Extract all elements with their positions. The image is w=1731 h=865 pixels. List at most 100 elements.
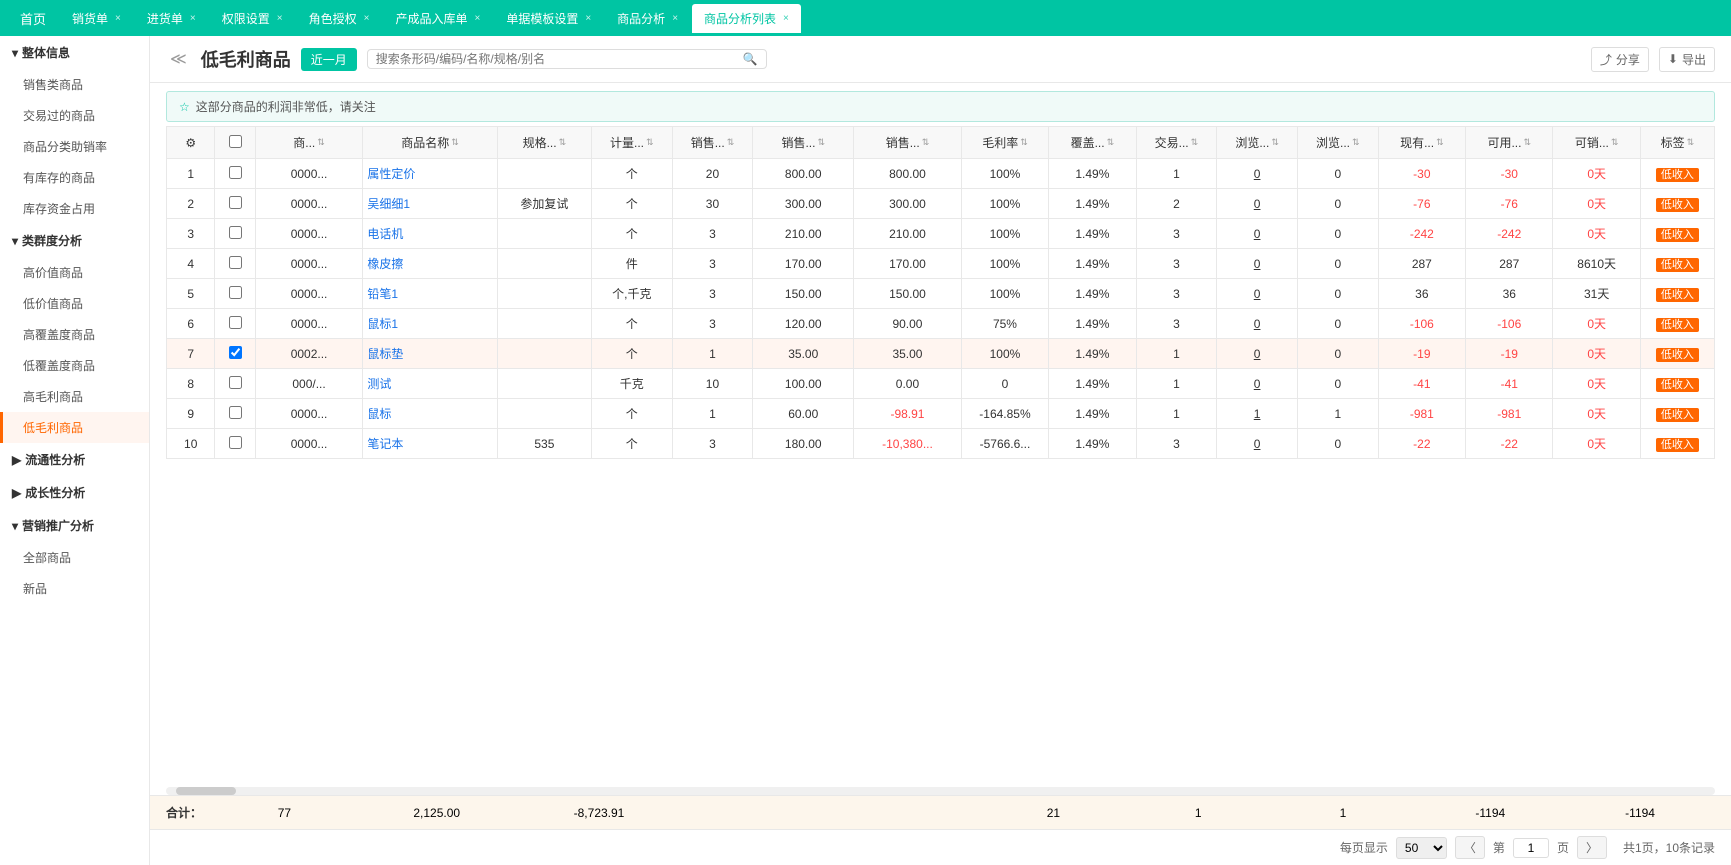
search-input[interactable] <box>376 52 743 66</box>
search-icon[interactable]: 🔍 <box>743 52 758 66</box>
nav-close-product-analysis-list[interactable]: × <box>783 13 789 24</box>
views1-link-4[interactable]: 0 <box>1254 287 1261 301</box>
nav-close-sales-order[interactable]: × <box>115 13 121 24</box>
row-name-2[interactable]: 电话机 <box>363 219 497 249</box>
row-name-7[interactable]: 测试 <box>363 369 497 399</box>
col-gross-margin[interactable]: 毛利率⇅ <box>961 127 1048 159</box>
sidebar-item-high-value[interactable]: 高价值商品 <box>0 257 149 288</box>
sidebar-group-flow[interactable]: ▶ 流通性分析 <box>0 443 149 476</box>
next-page-button[interactable]: 〉 <box>1577 836 1607 859</box>
horizontal-scrollbar[interactable] <box>166 787 1715 795</box>
row-name-8[interactable]: 鼠标 <box>363 399 497 429</box>
sidebar-item-high-margin[interactable]: 高毛利商品 <box>0 381 149 412</box>
row-views1-8[interactable]: 1 <box>1217 399 1298 429</box>
nav-role-auth[interactable]: 角色授权 × <box>297 4 382 33</box>
share-button[interactable]: ⤴ 分享 <box>1591 47 1649 72</box>
row-views1-4[interactable]: 0 <box>1217 279 1298 309</box>
sidebar-item-high-coverage[interactable]: 高覆盖度商品 <box>0 319 149 350</box>
col-sales-qty[interactable]: 销售...⇅ <box>672 127 753 159</box>
col-sellable[interactable]: 可销...⇅ <box>1553 127 1640 159</box>
nav-close-purchase-order[interactable]: × <box>190 13 196 24</box>
nav-purchase-order[interactable]: 进货单 × <box>135 4 208 33</box>
nav-permissions[interactable]: 权限设置 × <box>210 4 295 33</box>
col-coverage[interactable]: 覆盖...⇅ <box>1049 127 1136 159</box>
row-check-6[interactable] <box>229 346 242 359</box>
nav-close-permissions[interactable]: × <box>277 13 283 24</box>
nav-close-template-settings[interactable]: × <box>585 13 591 24</box>
nav-close-product-entry[interactable]: × <box>474 13 480 24</box>
views1-link-3[interactable]: 0 <box>1254 257 1261 271</box>
row-name-6[interactable]: 鼠标垫 <box>363 339 497 369</box>
row-views1-5[interactable]: 0 <box>1217 309 1298 339</box>
views1-link-7[interactable]: 0 <box>1254 377 1261 391</box>
nav-close-role-auth[interactable]: × <box>364 13 370 24</box>
row-check-9[interactable] <box>229 436 242 449</box>
col-name[interactable]: 商品名称⇅ <box>363 127 497 159</box>
sidebar-group-growth[interactable]: ▶ 成长性分析 <box>0 476 149 509</box>
row-checkbox-7[interactable] <box>215 369 255 399</box>
nav-home[interactable]: 首页 <box>8 3 58 34</box>
select-all-checkbox[interactable] <box>229 135 242 148</box>
views1-link-1[interactable]: 0 <box>1254 197 1261 211</box>
nav-close-product-analysis[interactable]: × <box>672 13 678 24</box>
views1-link-9[interactable]: 0 <box>1254 437 1261 451</box>
row-check-8[interactable] <box>229 406 242 419</box>
views1-link-5[interactable]: 0 <box>1254 317 1261 331</box>
col-spec[interactable]: 规格...⇅ <box>497 127 591 159</box>
row-checkbox-3[interactable] <box>215 249 255 279</box>
sidebar-item-category-rate[interactable]: 商品分类助销率 <box>0 131 149 162</box>
col-settings[interactable]: ⚙ <box>167 127 215 159</box>
row-checkbox-8[interactable] <box>215 399 255 429</box>
row-views1-3[interactable]: 0 <box>1217 249 1298 279</box>
sidebar-item-low-margin[interactable]: 低毛利商品 <box>0 412 149 443</box>
views1-link-2[interactable]: 0 <box>1254 227 1261 241</box>
sidebar-item-traded-goods[interactable]: 交易过的商品 <box>0 100 149 131</box>
row-check-1[interactable] <box>229 196 242 209</box>
collapse-sidebar-button[interactable]: ≪ <box>166 47 191 71</box>
page-size-select[interactable]: 50 100 200 <box>1396 837 1447 859</box>
col-sales-profit[interactable]: 销售...⇅ <box>854 127 962 159</box>
row-name-0[interactable]: 属性定价 <box>363 159 497 189</box>
row-name-1[interactable]: 吴细细1 <box>363 189 497 219</box>
sidebar-item-capital[interactable]: 库存资金占用 <box>0 193 149 224</box>
col-tag[interactable]: 标签⇅ <box>1640 127 1714 159</box>
row-checkbox-4[interactable] <box>215 279 255 309</box>
row-check-3[interactable] <box>229 256 242 269</box>
nav-product-entry[interactable]: 产成品入库单 × <box>383 4 492 33</box>
sidebar-group-marketing[interactable]: ▾ 营销推广分析 <box>0 509 149 542</box>
row-name-9[interactable]: 笔记本 <box>363 429 497 459</box>
nav-sales-order[interactable]: 销货单 × <box>60 4 133 33</box>
row-views1-9[interactable]: 0 <box>1217 429 1298 459</box>
row-checkbox-5[interactable] <box>215 309 255 339</box>
col-transactions[interactable]: 交易...⇅ <box>1136 127 1217 159</box>
sidebar-item-low-value[interactable]: 低价值商品 <box>0 288 149 319</box>
row-check-0[interactable] <box>229 166 242 179</box>
row-views1-7[interactable]: 0 <box>1217 369 1298 399</box>
col-available[interactable]: 可用...⇅ <box>1466 127 1553 159</box>
sidebar-item-all-goods[interactable]: 全部商品 <box>0 542 149 573</box>
sidebar-item-low-coverage[interactable]: 低覆盖度商品 <box>0 350 149 381</box>
col-views1[interactable]: 浏览...⇅ <box>1217 127 1298 159</box>
row-checkbox-9[interactable] <box>215 429 255 459</box>
col-current-stock[interactable]: 现有...⇅ <box>1378 127 1465 159</box>
col-unit[interactable]: 计量...⇅ <box>591 127 672 159</box>
row-checkbox-2[interactable] <box>215 219 255 249</box>
views1-link-8[interactable]: 1 <box>1254 407 1261 421</box>
row-check-4[interactable] <box>229 286 242 299</box>
prev-page-button[interactable]: 〈 <box>1455 836 1485 859</box>
nav-template-settings[interactable]: 单据模板设置 × <box>494 4 603 33</box>
row-name-5[interactable]: 鼠标1 <box>363 309 497 339</box>
row-views1-2[interactable]: 0 <box>1217 219 1298 249</box>
sidebar-item-sales-goods[interactable]: 销售类商品 <box>0 69 149 100</box>
page-number-input[interactable] <box>1513 838 1549 858</box>
row-views1-1[interactable]: 0 <box>1217 189 1298 219</box>
row-check-5[interactable] <box>229 316 242 329</box>
sidebar-group-cluster[interactable]: ▾ 类群度分析 <box>0 224 149 257</box>
row-views1-6[interactable]: 0 <box>1217 339 1298 369</box>
scrollbar-thumb[interactable] <box>176 787 236 795</box>
views1-link-6[interactable]: 0 <box>1254 347 1261 361</box>
row-checkbox-6[interactable] <box>215 339 255 369</box>
col-checkbox[interactable] <box>215 127 255 159</box>
date-filter-button[interactable]: 近一月 <box>301 48 357 71</box>
row-name-4[interactable]: 铅笔1 <box>363 279 497 309</box>
